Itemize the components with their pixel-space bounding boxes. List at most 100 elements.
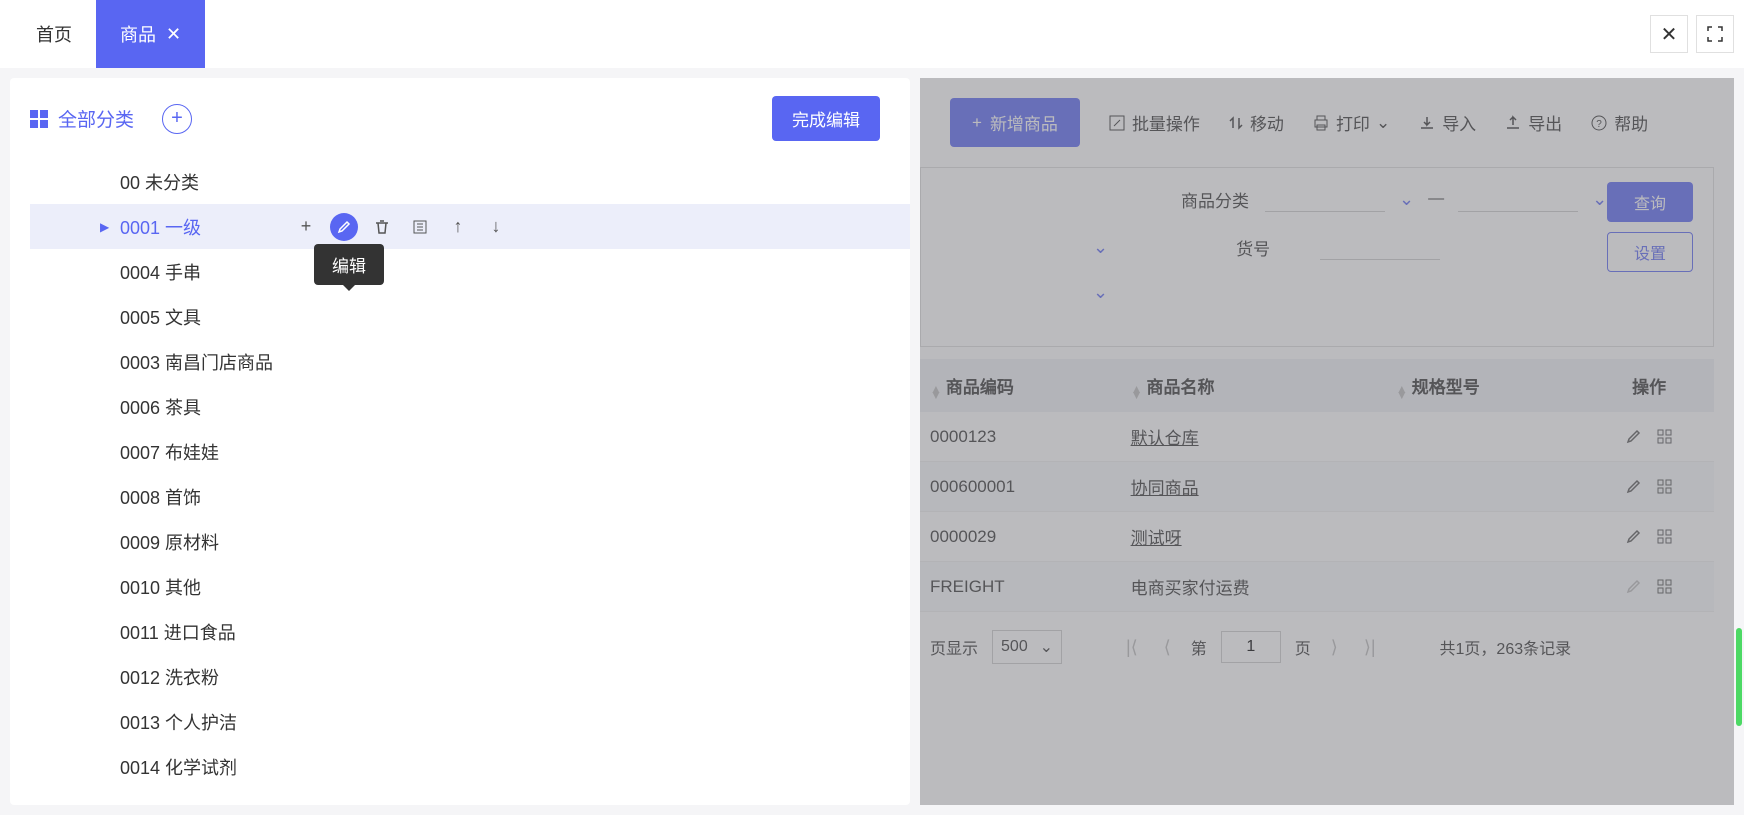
filter-category-input[interactable]: [1265, 186, 1385, 212]
category-row[interactable]: 0010 其他: [30, 564, 910, 609]
add-icon[interactable]: +: [292, 213, 320, 241]
table-row[interactable]: FREIGHT电商买家付运费: [920, 562, 1714, 612]
col-action: 操作: [1584, 359, 1714, 412]
category-row[interactable]: 0009 原材料: [30, 519, 910, 564]
category-row[interactable]: 0007 布娃娃: [30, 429, 910, 474]
import-button[interactable]: 导入: [1418, 110, 1476, 135]
cell-name[interactable]: 默认仓库: [1131, 429, 1199, 448]
chevron-down-icon[interactable]: ⌄: [1093, 282, 1108, 303]
edit-icon[interactable]: [1625, 528, 1642, 545]
close-icon[interactable]: ✕: [166, 24, 181, 45]
table-row[interactable]: 0000123默认仓库: [920, 412, 1714, 462]
tabs-bar: 首页 商品 ✕ ✕: [0, 0, 1744, 68]
chevron-down-icon[interactable]: ⌄: [1093, 237, 1108, 258]
help-icon: ?: [1590, 114, 1608, 132]
page-label-post: 页: [1295, 635, 1311, 659]
edit-icon[interactable]: [1625, 428, 1642, 445]
category-row[interactable]: 0011 进口食品: [30, 609, 910, 654]
category-label: 00 未分类: [120, 169, 199, 195]
category-label: 0003 南昌门店商品: [120, 349, 273, 375]
tab-home[interactable]: 首页: [12, 0, 96, 68]
edit-icon[interactable]: [1625, 478, 1642, 495]
filter-actions: 查询 设置: [1607, 182, 1693, 272]
tab-product[interactable]: 商品 ✕: [96, 0, 205, 68]
chevron-down-icon[interactable]: ⌄: [1592, 189, 1607, 210]
table-row[interactable]: 0000029测试呀: [920, 512, 1714, 562]
caret-right-icon[interactable]: ▶: [100, 220, 109, 234]
edit-icon: [1108, 114, 1126, 132]
cell-name: 电商买家付运费: [1131, 579, 1250, 598]
sort-icon: ▲▼: [930, 386, 942, 398]
import-label: 导入: [1442, 110, 1476, 135]
category-label: 0011 进口食品: [120, 619, 236, 645]
print-button[interactable]: 打印 ⌄: [1312, 110, 1390, 135]
move-icon: [1228, 114, 1244, 132]
category-row[interactable]: ▶ 0001 一级 + ↑ ↓: [30, 204, 910, 249]
all-categories[interactable]: 全部分类 +: [30, 104, 192, 134]
more-icon[interactable]: [1656, 528, 1673, 545]
cell-name[interactable]: 测试呀: [1131, 529, 1182, 548]
delete-icon[interactable]: [368, 213, 396, 241]
tab-actions: ✕: [1650, 0, 1734, 68]
category-row[interactable]: 0006 茶具: [30, 384, 910, 429]
batch-button[interactable]: 批量操作: [1108, 110, 1200, 135]
edit-icon[interactable]: [1625, 578, 1642, 595]
page-prev-button[interactable]: ⟨: [1158, 637, 1177, 658]
done-edit-button[interactable]: 完成编辑: [772, 96, 880, 141]
chevron-down-icon: ⌄: [1040, 637, 1053, 657]
category-label: 0009 原材料: [120, 529, 219, 555]
filter-area: 商品分类 ⌄ — ⌄ ⌄ 货号 ⌄ 查询 设: [920, 167, 1714, 347]
category-row[interactable]: 0005 文具: [30, 294, 910, 339]
filter-category-label: 商品分类: [1181, 187, 1251, 212]
tab-home-label: 首页: [36, 21, 72, 47]
more-icon[interactable]: [1656, 428, 1673, 445]
filter-number-input[interactable]: [1320, 234, 1440, 260]
col-spec[interactable]: ▲▼规格型号: [1386, 359, 1584, 412]
fullscreen-button[interactable]: [1696, 15, 1734, 53]
more-icon[interactable]: [1656, 578, 1673, 595]
cell-action: [1584, 562, 1714, 612]
category-label: 0013 个人护洁: [120, 709, 237, 735]
close-all-button[interactable]: ✕: [1650, 15, 1688, 53]
category-row[interactable]: 0004 手串: [30, 249, 910, 294]
page-first-button[interactable]: |⟨: [1120, 637, 1144, 658]
category-row[interactable]: 0013 个人护洁: [30, 699, 910, 744]
page-last-button[interactable]: ⟩|: [1358, 637, 1382, 658]
arrow-down-icon[interactable]: ↓: [482, 213, 510, 241]
category-panel-header: 全部分类 + 完成编辑: [30, 96, 910, 141]
move-button[interactable]: 移动: [1228, 110, 1284, 135]
cell-action: [1584, 462, 1714, 512]
page-input[interactable]: [1221, 631, 1281, 663]
col-code[interactable]: ▲▼商品编码: [920, 359, 1121, 412]
page-next-button[interactable]: ⟩: [1325, 637, 1344, 658]
category-label: 0001 一级: [120, 214, 201, 240]
more-icon[interactable]: [1656, 478, 1673, 495]
table-row[interactable]: 000600001 协同商品: [920, 462, 1714, 512]
cell-code: 000600001: [920, 462, 1121, 512]
tab-product-label: 商品: [120, 21, 156, 47]
add-product-button[interactable]: + 新增商品: [950, 98, 1080, 147]
filter-category-input-2[interactable]: [1458, 186, 1578, 212]
category-row[interactable]: 0003 南昌门店商品: [30, 339, 910, 384]
export-button[interactable]: 导出: [1504, 110, 1562, 135]
adjust-icon[interactable]: [406, 213, 434, 241]
category-row[interactable]: 0014 化学试剂: [30, 744, 910, 789]
edit-icon[interactable]: [330, 213, 358, 241]
cell-name[interactable]: 协同商品: [1131, 479, 1199, 498]
add-category-button[interactable]: +: [162, 104, 192, 134]
arrow-up-icon[interactable]: ↑: [444, 213, 472, 241]
category-row[interactable]: 0012 洗衣粉: [30, 654, 910, 699]
help-button[interactable]: ? 帮助: [1590, 110, 1648, 135]
chevron-down-icon: ⌄: [1376, 113, 1390, 133]
col-name[interactable]: ▲▼商品名称: [1121, 359, 1386, 412]
category-row[interactable]: 00 未分类: [30, 159, 910, 204]
category-row[interactable]: 0008 首饰: [30, 474, 910, 519]
query-button[interactable]: 查询: [1607, 182, 1693, 222]
category-label: 0007 布娃娃: [120, 439, 219, 465]
settings-button[interactable]: 设置: [1607, 232, 1693, 272]
grid-icon: [30, 110, 48, 128]
cell-spec: [1386, 462, 1584, 512]
cell-spec: [1386, 512, 1584, 562]
per-page-select[interactable]: 500 ⌄: [992, 630, 1062, 664]
chevron-down-icon[interactable]: ⌄: [1399, 189, 1414, 210]
